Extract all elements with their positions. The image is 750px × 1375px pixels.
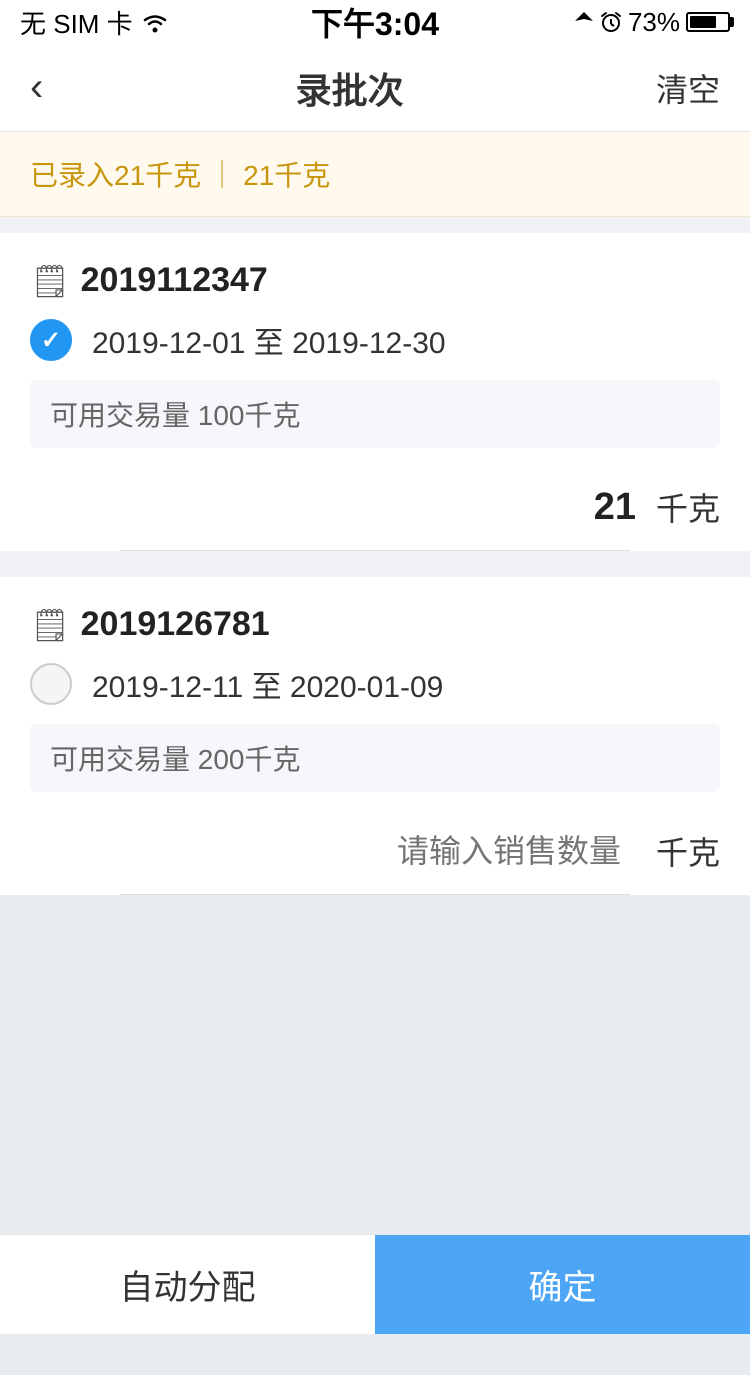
batch2-id: 2019126781	[81, 605, 270, 644]
status-time: 下午3:04	[311, 0, 439, 45]
batch2-icon: 🗒	[30, 606, 71, 644]
batch1-card: 🗒 2019112347 2019-12-01 至 2019-12-30 可用交…	[0, 233, 750, 551]
battery-percent: 73%	[628, 7, 680, 38]
batch1-date-row[interactable]: 2019-12-01 至 2019-12-30	[0, 310, 750, 370]
confirm-button[interactable]: 确定	[375, 1235, 750, 1334]
status-right: 73%	[574, 7, 730, 38]
back-button[interactable]: ‹	[30, 65, 43, 110]
battery-icon	[686, 12, 730, 32]
batch1-icon: 🗒	[30, 262, 71, 300]
nav-bar: ‹ 录批次 清空	[0, 44, 750, 132]
batch1-header: 🗒 2019112347	[0, 233, 750, 310]
separator1	[0, 551, 750, 561]
total-label: 21千克	[243, 154, 330, 194]
batch2-quantity: 可用交易量 200千克	[30, 724, 720, 792]
carrier-label: 无 SIM 卡	[20, 4, 133, 41]
batch1-id: 2019112347	[81, 261, 268, 300]
clear-button[interactable]: 清空	[656, 65, 720, 111]
batch1-radio[interactable]	[30, 319, 72, 361]
batch2-date: 2019-12-11 至 2020-01-09	[92, 662, 443, 706]
batch1-quantity: 可用交易量 100千克	[30, 380, 720, 448]
info-divider	[221, 160, 223, 188]
batch2-unit: 千克	[656, 828, 720, 874]
batch2-input-row: 千克	[0, 812, 750, 894]
batch1-amount-row: 21 千克	[0, 468, 750, 550]
recorded-label: 已录入21千克	[30, 154, 201, 194]
page-title: 录批次	[296, 62, 404, 114]
batch2-date-row[interactable]: 2019-12-11 至 2020-01-09	[0, 654, 750, 714]
batch1-unit: 千克	[656, 484, 720, 530]
info-banner: 已录入21千克 21千克	[0, 132, 750, 217]
batch2-header: 🗒 2019126781	[0, 577, 750, 654]
status-left: 无 SIM 卡	[20, 4, 169, 41]
auto-distribute-button[interactable]: 自动分配	[0, 1235, 375, 1334]
status-bar: 无 SIM 卡 下午3:04 73%	[0, 0, 750, 44]
batch2-radio[interactable]	[30, 663, 72, 705]
batch2-card: 🗒 2019126781 2019-12-11 至 2020-01-09 可用交…	[0, 577, 750, 895]
alarm-icon	[600, 11, 622, 33]
batch1-date: 2019-12-01 至 2019-12-30	[92, 318, 446, 362]
batch1-amount-value: 21	[594, 486, 636, 529]
sale-quantity-input[interactable]	[236, 833, 636, 870]
bottom-bar: 自动分配 确定	[0, 1234, 750, 1334]
wifi-icon	[141, 11, 169, 33]
location-icon	[574, 11, 594, 33]
